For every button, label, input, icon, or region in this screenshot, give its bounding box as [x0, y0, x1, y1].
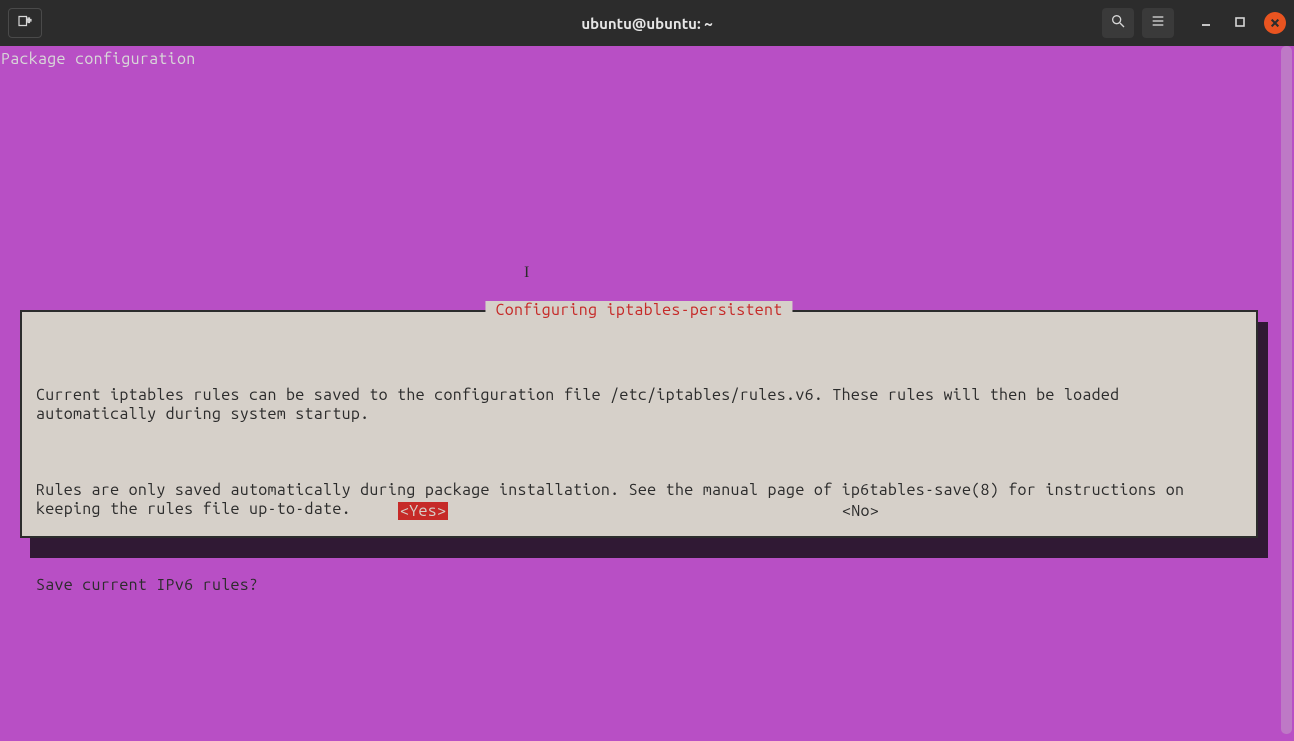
scrollbar-thumb[interactable]: [1281, 46, 1292, 734]
hamburger-menu-button[interactable]: [1142, 8, 1174, 38]
dialog-body: Current iptables rules can be saved to t…: [36, 348, 1242, 633]
search-icon: [1110, 13, 1126, 33]
config-dialog: Configuring iptables-persistent Current …: [20, 310, 1258, 538]
hamburger-icon: [1150, 13, 1166, 33]
new-tab-button[interactable]: [8, 8, 42, 38]
titlebar: ubuntu@ubuntu: ~: [0, 0, 1294, 46]
dialog-paragraph-1: Current iptables rules can be saved to t…: [36, 386, 1242, 424]
search-button[interactable]: [1102, 8, 1134, 38]
window-title: ubuntu@ubuntu: ~: [581, 15, 712, 32]
terminal-content: Package configuration I Configuring ipta…: [0, 46, 1279, 726]
scrollbar-track[interactable]: [1281, 46, 1292, 734]
dialog-title: Configuring iptables-persistent: [495, 301, 782, 319]
dialog-title-wrap: Configuring iptables-persistent: [485, 301, 792, 319]
titlebar-left-group: [8, 8, 42, 38]
close-icon: [1270, 14, 1280, 32]
window-controls: [1196, 12, 1286, 34]
maximize-icon: [1234, 14, 1246, 32]
titlebar-right-group: [1102, 8, 1286, 38]
dialog-prompt: Save current IPv6 rules?: [36, 576, 1242, 595]
maximize-button[interactable]: [1230, 13, 1250, 33]
no-button[interactable]: <No>: [840, 502, 881, 520]
yes-button[interactable]: <Yes>: [398, 502, 448, 520]
minimize-icon: [1200, 14, 1212, 32]
package-config-header: Package configuration: [1, 50, 195, 68]
text-cursor-icon: I: [524, 264, 529, 282]
close-button[interactable]: [1264, 12, 1286, 34]
minimize-button[interactable]: [1196, 13, 1216, 33]
new-tab-icon: [16, 12, 34, 34]
terminal-area[interactable]: Package configuration I Configuring ipta…: [0, 46, 1294, 741]
dialog-button-row: <Yes> <No>: [22, 502, 1256, 522]
